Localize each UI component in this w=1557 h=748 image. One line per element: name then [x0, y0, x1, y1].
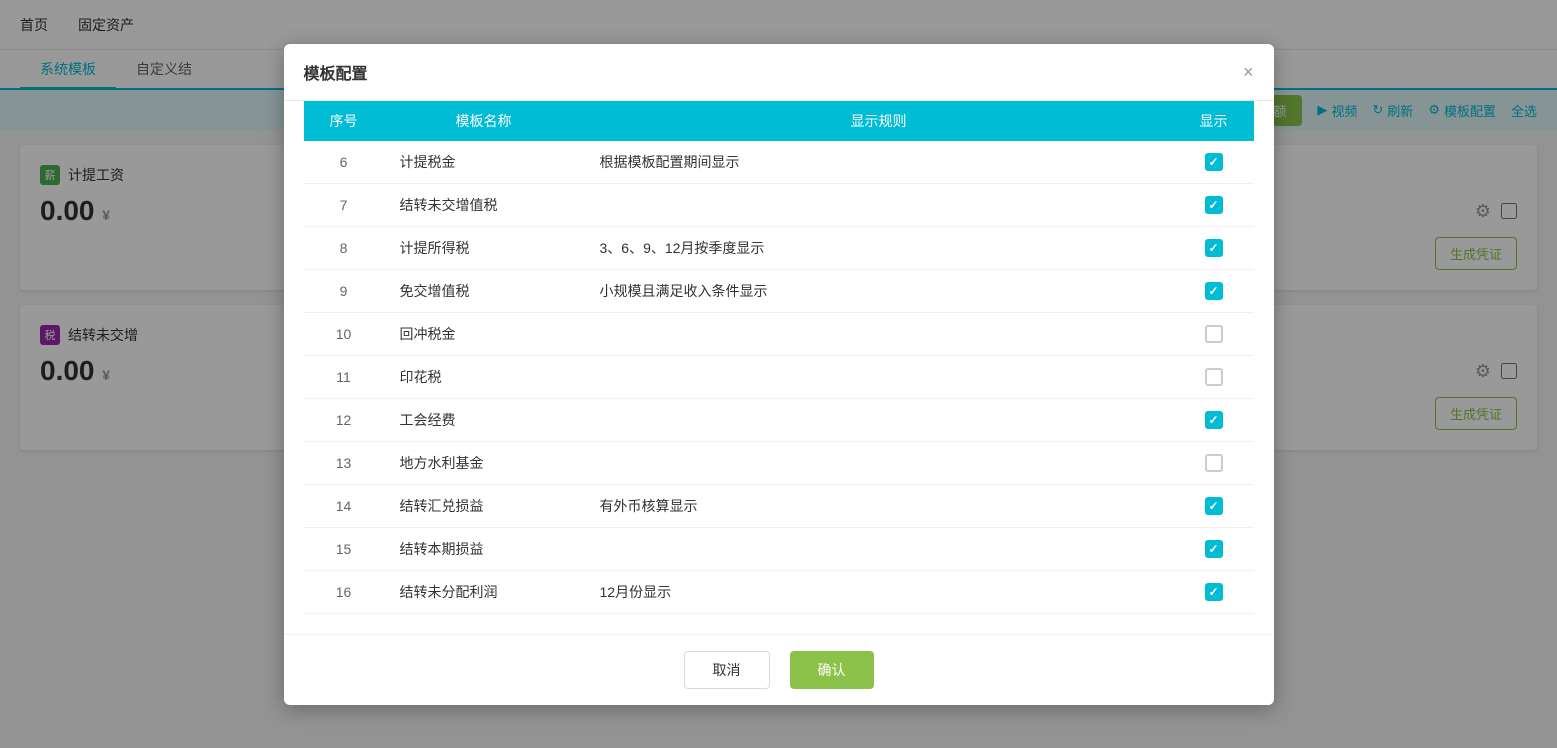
row-name-9: 结转本期损益	[384, 527, 584, 570]
row-check-cell-10	[1174, 570, 1254, 613]
checkbox-4[interactable]	[1205, 325, 1223, 343]
row-index-0: 6	[304, 141, 384, 184]
checkbox-wrapper-10	[1190, 583, 1238, 601]
row-rule-0: 根据模板配置期间显示	[584, 141, 1174, 184]
row-index-4: 10	[304, 312, 384, 355]
row-rule-10: 12月份显示	[584, 570, 1174, 613]
checkbox-wrapper-3	[1190, 282, 1238, 300]
row-name-4: 回冲税金	[384, 312, 584, 355]
checkbox-wrapper-7	[1190, 454, 1238, 472]
checkbox-wrapper-0	[1190, 153, 1238, 171]
checkbox-9[interactable]	[1205, 540, 1223, 558]
table-row: 14结转汇兑损益有外币核算显示	[304, 484, 1254, 527]
table-row: 7结转未交增值税	[304, 183, 1254, 226]
checkbox-wrapper-4	[1190, 325, 1238, 343]
row-index-2: 8	[304, 226, 384, 269]
row-rule-6	[584, 398, 1174, 441]
checkbox-wrapper-2	[1190, 239, 1238, 257]
checkbox-wrapper-8	[1190, 497, 1238, 515]
row-check-cell-4	[1174, 312, 1254, 355]
row-check-cell-7	[1174, 441, 1254, 484]
row-name-3: 免交增值税	[384, 269, 584, 312]
table-header-row: 序号 模板名称 显示规则 显示	[304, 101, 1254, 141]
checkbox-wrapper-9	[1190, 540, 1238, 558]
row-rule-2: 3、6、9、12月按季度显示	[584, 226, 1174, 269]
row-index-6: 12	[304, 398, 384, 441]
row-index-3: 9	[304, 269, 384, 312]
row-rule-4	[584, 312, 1174, 355]
config-table: 序号 模板名称 显示规则 显示 6计提税金根据模板配置期间显示7结转未交增值税8…	[304, 101, 1254, 614]
confirm-button[interactable]: 确认	[790, 651, 874, 689]
row-rule-9	[584, 527, 1174, 570]
dialog-header: 模板配置 ×	[284, 44, 1274, 101]
checkbox-3[interactable]	[1205, 282, 1223, 300]
dialog-title: 模板配置	[304, 60, 368, 84]
row-check-cell-8	[1174, 484, 1254, 527]
row-check-cell-5	[1174, 355, 1254, 398]
checkbox-7[interactable]	[1205, 454, 1223, 472]
row-name-6: 工会经费	[384, 398, 584, 441]
table-row: 15结转本期损益	[304, 527, 1254, 570]
row-name-1: 结转未交增值税	[384, 183, 584, 226]
col-header-name: 模板名称	[384, 101, 584, 141]
cancel-button[interactable]: 取消	[684, 651, 770, 689]
col-header-index: 序号	[304, 101, 384, 141]
row-rule-7	[584, 441, 1174, 484]
row-rule-1	[584, 183, 1174, 226]
row-check-cell-1	[1174, 183, 1254, 226]
row-name-10: 结转未分配利润	[384, 570, 584, 613]
row-rule-5	[584, 355, 1174, 398]
row-name-5: 印花税	[384, 355, 584, 398]
table-row: 12工会经费	[304, 398, 1254, 441]
row-index-9: 15	[304, 527, 384, 570]
table-row: 10回冲税金	[304, 312, 1254, 355]
checkbox-8[interactable]	[1205, 497, 1223, 515]
row-name-2: 计提所得税	[384, 226, 584, 269]
checkbox-6[interactable]	[1205, 411, 1223, 429]
row-name-7: 地方水利基金	[384, 441, 584, 484]
table-row: 9免交增值税小规模且满足收入条件显示	[304, 269, 1254, 312]
row-index-10: 16	[304, 570, 384, 613]
table-row: 6计提税金根据模板配置期间显示	[304, 141, 1254, 184]
table-row: 8计提所得税3、6、9、12月按季度显示	[304, 226, 1254, 269]
close-dialog-button[interactable]: ×	[1243, 63, 1254, 81]
template-config-dialog: 模板配置 × 序号 模板名称 显示规则 显示 6计提税金根据模板配置期间显示7结…	[284, 44, 1274, 705]
checkbox-wrapper-5	[1190, 368, 1238, 386]
row-rule-8: 有外币核算显示	[584, 484, 1174, 527]
checkbox-2[interactable]	[1205, 239, 1223, 257]
col-header-display: 显示	[1174, 101, 1254, 141]
row-index-5: 11	[304, 355, 384, 398]
row-check-cell-0	[1174, 141, 1254, 184]
row-rule-3: 小规模且满足收入条件显示	[584, 269, 1174, 312]
row-check-cell-3	[1174, 269, 1254, 312]
table-row: 13地方水利基金	[304, 441, 1254, 484]
table-row: 16结转未分配利润12月份显示	[304, 570, 1254, 613]
dialog-footer: 取消 确认	[284, 634, 1274, 705]
checkbox-10[interactable]	[1205, 583, 1223, 601]
checkbox-wrapper-6	[1190, 411, 1238, 429]
checkbox-5[interactable]	[1205, 368, 1223, 386]
checkbox-wrapper-1	[1190, 196, 1238, 214]
checkbox-1[interactable]	[1205, 196, 1223, 214]
row-check-cell-9	[1174, 527, 1254, 570]
table-row: 11印花税	[304, 355, 1254, 398]
row-check-cell-6	[1174, 398, 1254, 441]
row-index-8: 14	[304, 484, 384, 527]
row-name-0: 计提税金	[384, 141, 584, 184]
modal-overlay: 模板配置 × 序号 模板名称 显示规则 显示 6计提税金根据模板配置期间显示7结…	[0, 0, 1557, 748]
dialog-body: 序号 模板名称 显示规则 显示 6计提税金根据模板配置期间显示7结转未交增值税8…	[284, 101, 1274, 634]
row-index-7: 13	[304, 441, 384, 484]
row-index-1: 7	[304, 183, 384, 226]
checkbox-0[interactable]	[1205, 153, 1223, 171]
row-name-8: 结转汇兑损益	[384, 484, 584, 527]
row-check-cell-2	[1174, 226, 1254, 269]
col-header-rule: 显示规则	[584, 101, 1174, 141]
